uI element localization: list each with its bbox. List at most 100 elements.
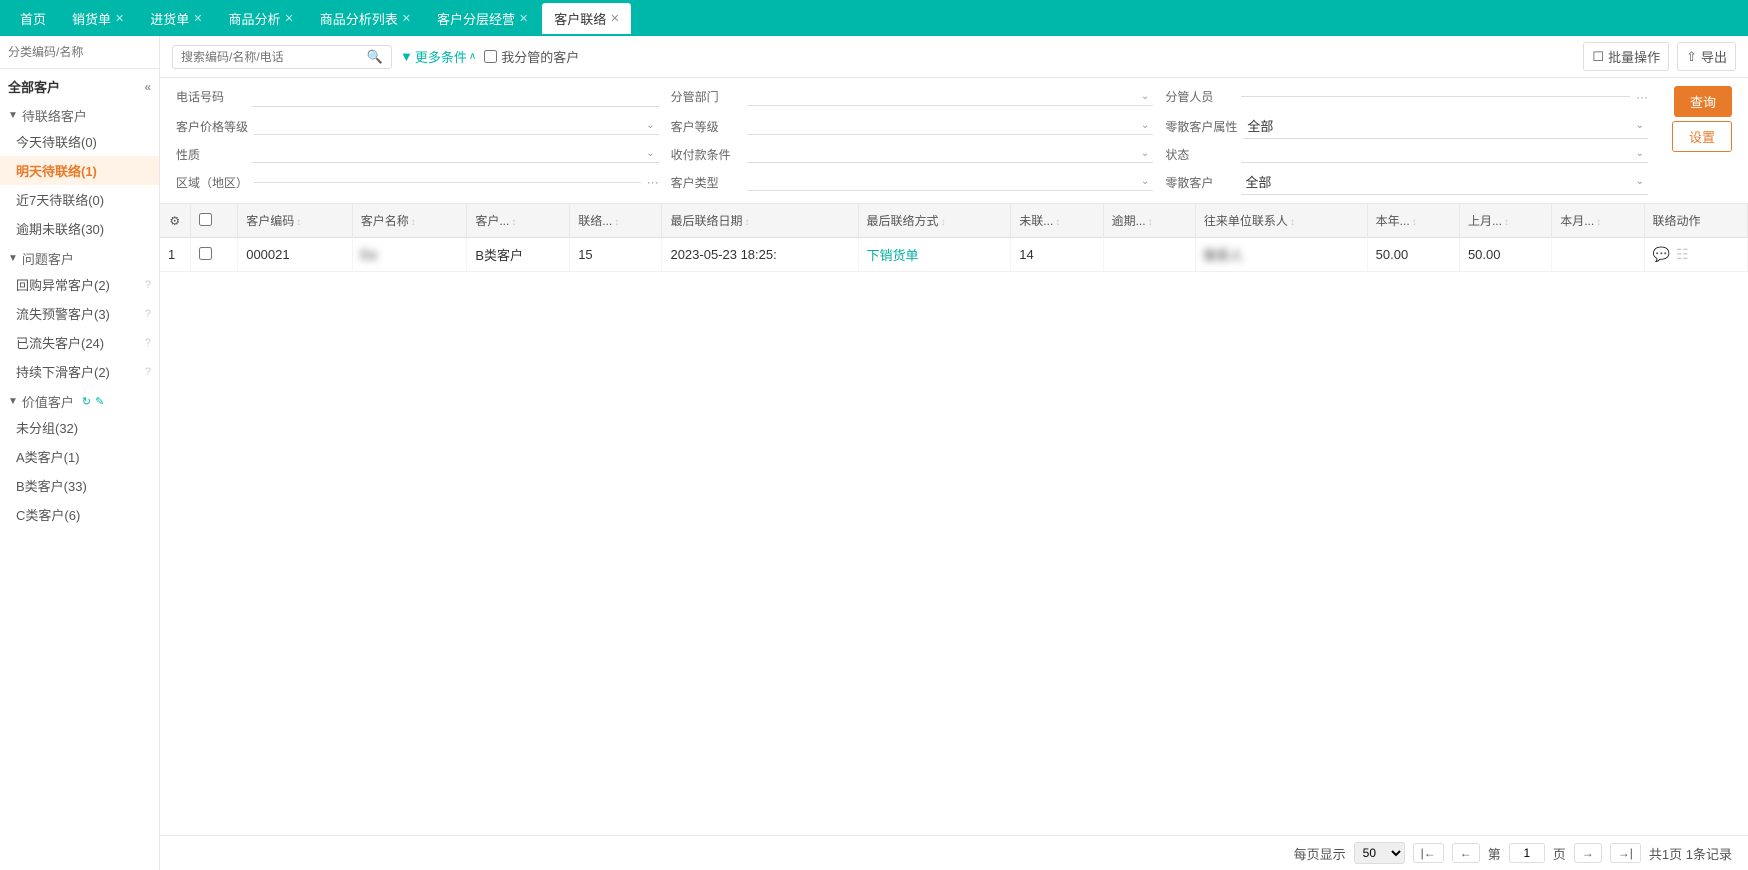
set-btn[interactable]: 设置	[1672, 121, 1732, 152]
sidebar-item-2-1[interactable]: A类客户(1)	[0, 442, 159, 471]
action-icon-2[interactable]: ☷	[1676, 246, 1689, 263]
nav-item-商品分析列表[interactable]: 商品分析列表✕	[308, 3, 423, 34]
col-last-month: 上月...↕	[1459, 204, 1551, 238]
first-page-btn[interactable]: |←	[1413, 843, 1444, 863]
retail-attr-arrow: ⌄	[1636, 120, 1644, 131]
per-page-select[interactable]: 50 10 20 100	[1354, 842, 1405, 864]
select-all-checkbox[interactable]	[199, 213, 212, 226]
next-page-btn[interactable]: →	[1574, 843, 1602, 863]
query-btn[interactable]: 查询	[1674, 86, 1732, 117]
sidebar-item-2-2[interactable]: B类客户(33)	[0, 471, 159, 500]
filter-search-input[interactable]	[181, 50, 363, 64]
sidebar-group-1[interactable]: ▼问题客户	[0, 243, 159, 270]
table-area: ⚙ 客户编码↕ 客户名称↕ 客户...↕ 联络...↕ 最后联络日期↕ 最后联络…	[160, 204, 1748, 835]
customer-type-select[interactable]: ⌄	[747, 173, 1154, 191]
nav-close-icon[interactable]: ✕	[610, 12, 619, 25]
nav-item-客户联络[interactable]: 客户联络✕	[542, 3, 631, 34]
export-btn[interactable]: ⇧ 导出	[1677, 42, 1736, 71]
sidebar-item-2-0[interactable]: 未分组(32)	[0, 413, 159, 442]
my-customers-checkbox[interactable]	[484, 50, 497, 63]
sidebar-group-2[interactable]: ▼价值客户 ↻✎	[0, 386, 159, 413]
sidebar-item-label: 已流失客户(24)	[16, 333, 104, 352]
price-grade-select[interactable]: ⌄	[254, 117, 659, 135]
nature-select[interactable]: ⌄	[252, 145, 659, 163]
help-icon[interactable]: ?	[145, 279, 151, 291]
filter-cell-retail-attr: 零散客户属性 全部 ⌄	[1165, 113, 1660, 139]
sidebar-item-0-2[interactable]: 近7天待联络(0)	[0, 185, 159, 214]
nav-label: 客户分层经营	[437, 9, 515, 28]
nav-item-进货单[interactable]: 进货单✕	[138, 3, 214, 34]
payment-select[interactable]: ⌄	[747, 145, 1154, 163]
nav-close-icon[interactable]: ✕	[115, 12, 124, 25]
sidebar-item-1-1[interactable]: 流失预警客户(3)?	[0, 299, 159, 328]
nav-close-icon[interactable]: ✕	[402, 12, 411, 25]
help-icon[interactable]: ?	[145, 366, 151, 378]
filter-action-btns: 查询 设置	[1672, 86, 1732, 152]
sidebar-group-0[interactable]: ▼待联络客户	[0, 100, 159, 127]
dept-select[interactable]: ⌄	[747, 88, 1154, 106]
sidebar-item-label: 未分组(32)	[16, 418, 78, 437]
col-last-date: 最后联络日期↕	[662, 204, 858, 238]
sidebar-item-label: 持续下滑客户(2)	[16, 362, 110, 381]
nav-close-icon[interactable]: ✕	[193, 12, 202, 25]
nav-close-icon[interactable]: ✕	[519, 12, 528, 25]
customers-table: ⚙ 客户编码↕ 客户名称↕ 客户...↕ 联络...↕ 最后联络日期↕ 最后联络…	[160, 204, 1748, 272]
nav-item-首页[interactable]: 首页	[8, 3, 58, 34]
payment-label: 收付款条件	[671, 146, 741, 163]
dept-dropdown-arrow: ⌄	[1141, 91, 1149, 102]
dept-label: 分管部门	[671, 88, 741, 105]
sidebar-item-0-0[interactable]: 今天待联络(0)	[0, 127, 159, 156]
col-gear: ⚙	[160, 204, 190, 238]
cell-last-month: 50.00	[1459, 238, 1551, 272]
batch-op-btn[interactable]: ☐ 批量操作	[1583, 42, 1669, 71]
sidebar-item-1-0[interactable]: 回购异常客户(2)?	[0, 270, 159, 299]
retail-attr-select[interactable]: 全部 ⌄	[1243, 113, 1648, 139]
sidebar-item-2-3[interactable]: C类客户(6)	[0, 500, 159, 529]
nav-item-客户分层经营[interactable]: 客户分层经营 ✕	[425, 3, 540, 34]
sidebar-item-0-3[interactable]: 逾期未联络(30)	[0, 214, 159, 243]
help-icon[interactable]: ?	[145, 308, 151, 320]
price-grade-label: 客户价格等级	[176, 118, 248, 135]
group-label-0: 待联络客户	[22, 106, 87, 125]
cell-this-month	[1552, 238, 1644, 272]
my-customers-checkbox-label[interactable]: 我分管的客户	[484, 47, 579, 66]
filter-row-2: 客户价格等级 ⌄ 客户等级 ⌄	[176, 113, 1660, 139]
price-grade-arrow: ⌄	[646, 120, 654, 131]
more-conditions-btn[interactable]: ▼ 更多条件 ∧	[400, 47, 476, 66]
filter-search-icon[interactable]: 🔍	[367, 49, 383, 65]
row-checkbox[interactable]	[199, 247, 212, 260]
page-input[interactable]	[1509, 843, 1545, 863]
group-edit-icon[interactable]: ✎	[95, 395, 104, 408]
cell-checkbox	[190, 238, 238, 272]
sidebar-collapse-btn[interactable]: «	[144, 80, 151, 94]
filter-row-3: 性质 ⌄ 收付款条件 ⌄	[176, 145, 1660, 163]
sidebar-search-input[interactable]	[8, 45, 160, 59]
last-page-btn[interactable]: →|	[1610, 843, 1641, 863]
help-icon[interactable]: ?	[145, 337, 151, 349]
retail-customer-select[interactable]: 全部 ⌄	[1241, 169, 1648, 195]
col-category: 客户...↕	[467, 204, 570, 238]
group-refresh-icon[interactable]: ↻	[82, 395, 91, 408]
phone-input[interactable]	[252, 86, 659, 107]
customer-grade-select[interactable]: ⌄	[747, 117, 1154, 135]
sidebar-item-label: 明天待联络(1)	[16, 161, 97, 180]
sidebar-item-1-3[interactable]: 持续下滑客户(2)?	[0, 357, 159, 386]
sidebar-item-label: A类客户(1)	[16, 447, 80, 466]
nav-close-icon[interactable]: ✕	[285, 12, 294, 25]
payment-arrow: ⌄	[1141, 148, 1149, 159]
status-select[interactable]: ⌄	[1241, 145, 1648, 163]
total-label: 共1页 1条记录	[1649, 844, 1732, 863]
sidebar-item-1-2[interactable]: 已流失客户(24)?	[0, 328, 159, 357]
person-dots-btn[interactable]: ···	[1636, 90, 1648, 104]
last-method-link[interactable]: 下销货单	[867, 248, 919, 263]
nav-item-销货单[interactable]: 销货单✕	[60, 3, 136, 34]
region-dots-btn[interactable]: ···	[647, 175, 659, 189]
customer-grade-arrow: ⌄	[1141, 120, 1149, 131]
col-name: 客户名称↕	[352, 204, 467, 238]
filter-cell-phone: 电话号码	[176, 86, 671, 107]
nav-item-商品分析[interactable]: 商品分析✕	[216, 3, 305, 34]
action-icon-1[interactable]: 💬	[1653, 246, 1670, 263]
prev-page-btn[interactable]: ←	[1452, 843, 1480, 863]
sidebar-item-0-1[interactable]: 明天待联络(1)	[0, 156, 159, 185]
retail-attr-label: 零散客户属性	[1165, 118, 1237, 135]
